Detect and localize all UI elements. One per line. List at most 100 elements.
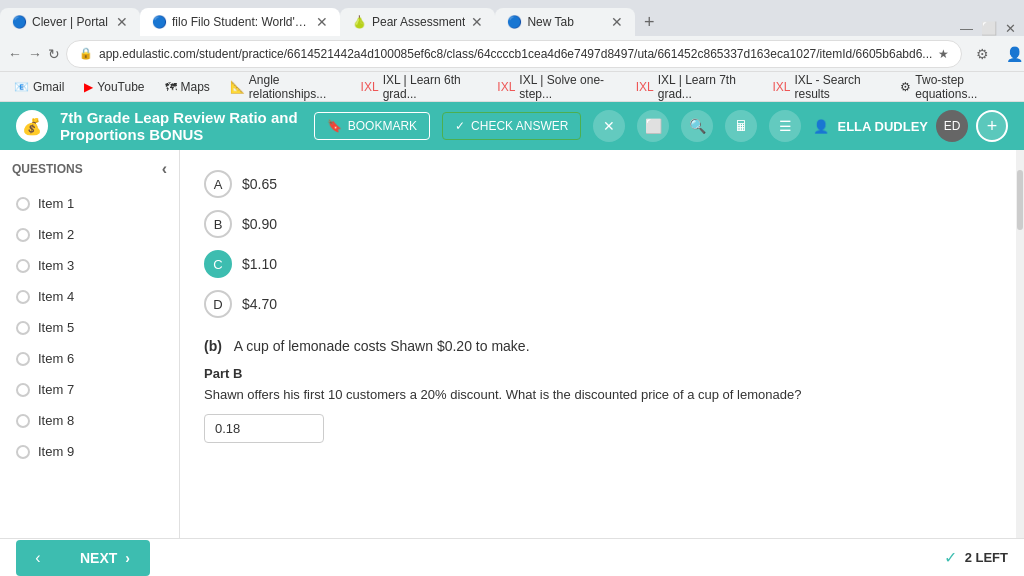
app-logo: 💰 — [16, 110, 48, 142]
sidebar-item-9[interactable]: Item 9 — [0, 436, 179, 467]
tab-pear[interactable]: 🍐 Pear Assessment ✕ — [340, 8, 495, 36]
tab-newtab[interactable]: 🔵 New Tab ✕ — [495, 8, 635, 36]
item4-label: Item 4 — [38, 289, 74, 304]
close-question-button[interactable]: ✕ — [593, 110, 625, 142]
tab-favicon-newtab: 🔵 — [507, 15, 521, 29]
bookmark-ixl2[interactable]: IXL IXL | Solve one-step... — [491, 71, 621, 103]
scroll-indicator[interactable] — [1016, 150, 1024, 538]
item9-label: Item 9 — [38, 444, 74, 459]
bookmark-ixl4[interactable]: IXL IXL - Search results — [767, 71, 887, 103]
option-a[interactable]: A $0.65 — [204, 170, 1000, 198]
bookmark-gmail-label: Gmail — [33, 80, 64, 94]
minimize-button[interactable]: — — [960, 21, 973, 36]
close-window-button[interactable]: ✕ — [1005, 21, 1016, 36]
item3-radio — [16, 259, 30, 273]
bookmark-ixl3[interactable]: IXL IXL | Learn 7th grad... — [630, 71, 759, 103]
ixl3-icon: IXL — [636, 80, 654, 94]
youtube-icon: ▶ — [84, 80, 93, 94]
collapse-sidebar-button[interactable]: ‹ — [162, 160, 167, 178]
check-answer-button[interactable]: ✓ CHECK ANSWER — [442, 112, 581, 140]
item2-label: Item 2 — [38, 227, 74, 242]
bookmark-ixl1[interactable]: IXL IXL | Learn 6th grad... — [355, 71, 484, 103]
bookmark-star-icon[interactable]: ★ — [938, 47, 949, 61]
bookmark-icon: 🔖 — [327, 119, 342, 133]
profile-icon[interactable]: 👤 — [1000, 40, 1024, 68]
content-area: A $0.65 B $0.90 C $1.10 D $4.70 (b) A cu… — [180, 150, 1024, 538]
option-d[interactable]: D $4.70 — [204, 290, 1000, 318]
option-b[interactable]: B $0.90 — [204, 210, 1000, 238]
item1-radio — [16, 197, 30, 211]
bookmark-angle[interactable]: 📐 Angle relationships... — [224, 71, 347, 103]
prev-button[interactable]: ‹ — [16, 540, 60, 576]
item7-radio — [16, 383, 30, 397]
item4-radio — [16, 290, 30, 304]
tab-close-clever[interactable]: ✕ — [116, 14, 128, 30]
forward-button[interactable]: → — [28, 40, 42, 68]
item1-label: Item 1 — [38, 196, 74, 211]
sidebar-item-2[interactable]: Item 2 — [0, 219, 179, 250]
sidebar-item-4[interactable]: Item 4 — [0, 281, 179, 312]
bookmark-ixl1-label: IXL | Learn 6th grad... — [383, 73, 478, 101]
tab-title-clever: Clever | Portal — [32, 15, 110, 29]
bookmark-youtube[interactable]: ▶ YouTube — [78, 78, 150, 96]
bookmark-maps[interactable]: 🗺 Maps — [159, 78, 216, 96]
checkmark-icon: ✓ — [455, 119, 465, 133]
user-section: 👤 ELLA DUDLEY ED + — [813, 110, 1008, 142]
expand-button[interactable]: ⬜ — [637, 110, 669, 142]
back-button[interactable]: ← — [8, 40, 22, 68]
item8-label: Item 8 — [38, 413, 74, 428]
sidebar: QUESTIONS ‹ Item 1 Item 2 Item 3 Item 4 … — [0, 150, 180, 538]
sidebar-item-3[interactable]: Item 3 — [0, 250, 179, 281]
bookmark-youtube-label: YouTube — [97, 80, 144, 94]
option-d-circle: D — [204, 290, 232, 318]
gmail-icon: 📧 — [14, 80, 29, 94]
next-label: NEXT — [80, 550, 117, 566]
url-bar[interactable]: 🔒 app.edulastic.com/student/practice/661… — [66, 40, 962, 68]
tab-filo[interactable]: 🔵 filo Filo Student: World's Only Live..… — [140, 8, 340, 36]
calculator-button[interactable]: 🖩 — [725, 110, 757, 142]
sidebar-item-7[interactable]: Item 7 — [0, 374, 179, 405]
refresh-button[interactable]: ↻ — [48, 40, 60, 68]
bookmark-twostep[interactable]: ⚙ Two-step equations... — [894, 71, 1016, 103]
tab-title-newtab: New Tab — [527, 15, 605, 29]
sidebar-title: QUESTIONS — [12, 162, 83, 176]
maximize-button[interactable]: ⬜ — [981, 21, 997, 36]
answer-input[interactable]: 0.18 — [204, 414, 324, 443]
sidebar-item-1[interactable]: Item 1 — [0, 188, 179, 219]
bookmark-label: BOOKMARK — [348, 119, 417, 133]
item2-radio — [16, 228, 30, 242]
ixl4-icon: IXL — [773, 80, 791, 94]
logo-icon: 💰 — [22, 117, 42, 136]
tab-close-newtab[interactable]: ✕ — [611, 14, 623, 30]
bookmark-twostep-label: Two-step equations... — [915, 73, 1010, 101]
zoom-button[interactable]: 🔍 — [681, 110, 713, 142]
part-b-text: A cup of lemonade costs Shawn $0.20 to m… — [234, 338, 530, 354]
answer-input-container: 0.18 — [204, 414, 1000, 443]
main-area: QUESTIONS ‹ Item 1 Item 2 Item 3 Item 4 … — [0, 150, 1024, 538]
bookmark-gmail[interactable]: 📧 Gmail — [8, 78, 70, 96]
angle-icon: 📐 — [230, 80, 245, 94]
bookmark-maps-label: Maps — [181, 80, 210, 94]
tab-title-filo: filo Filo Student: World's Only Live... — [172, 15, 310, 29]
status-check-icon: ✓ — [944, 548, 957, 567]
extensions-icon[interactable]: ⚙ — [968, 40, 996, 68]
answer-value: 0.18 — [215, 421, 240, 436]
tab-close-pear[interactable]: ✕ — [471, 14, 483, 30]
tab-favicon-pear: 🍐 — [352, 15, 366, 29]
new-tab-button[interactable]: + — [635, 8, 663, 36]
option-c-circle: C — [204, 250, 232, 278]
item8-radio — [16, 414, 30, 428]
item3-label: Item 3 — [38, 258, 74, 273]
tab-close-filo[interactable]: ✕ — [316, 14, 328, 30]
sidebar-item-8[interactable]: Item 8 — [0, 405, 179, 436]
sidebar-item-6[interactable]: Item 6 — [0, 343, 179, 374]
bookmark-button[interactable]: 🔖 BOOKMARK — [314, 112, 430, 140]
option-c[interactable]: C $1.10 — [204, 250, 1000, 278]
sidebar-item-5[interactable]: Item 5 — [0, 312, 179, 343]
user-plus-button[interactable]: + — [976, 110, 1008, 142]
menu-button[interactable]: ☰ — [769, 110, 801, 142]
tab-clever[interactable]: 🔵 Clever | Portal ✕ — [0, 8, 140, 36]
next-button[interactable]: NEXT › — [60, 540, 150, 576]
status-section: ✓ 2 LEFT — [944, 548, 1008, 567]
question-options-block: A $0.65 B $0.90 C $1.10 D $4.70 — [204, 170, 1000, 318]
